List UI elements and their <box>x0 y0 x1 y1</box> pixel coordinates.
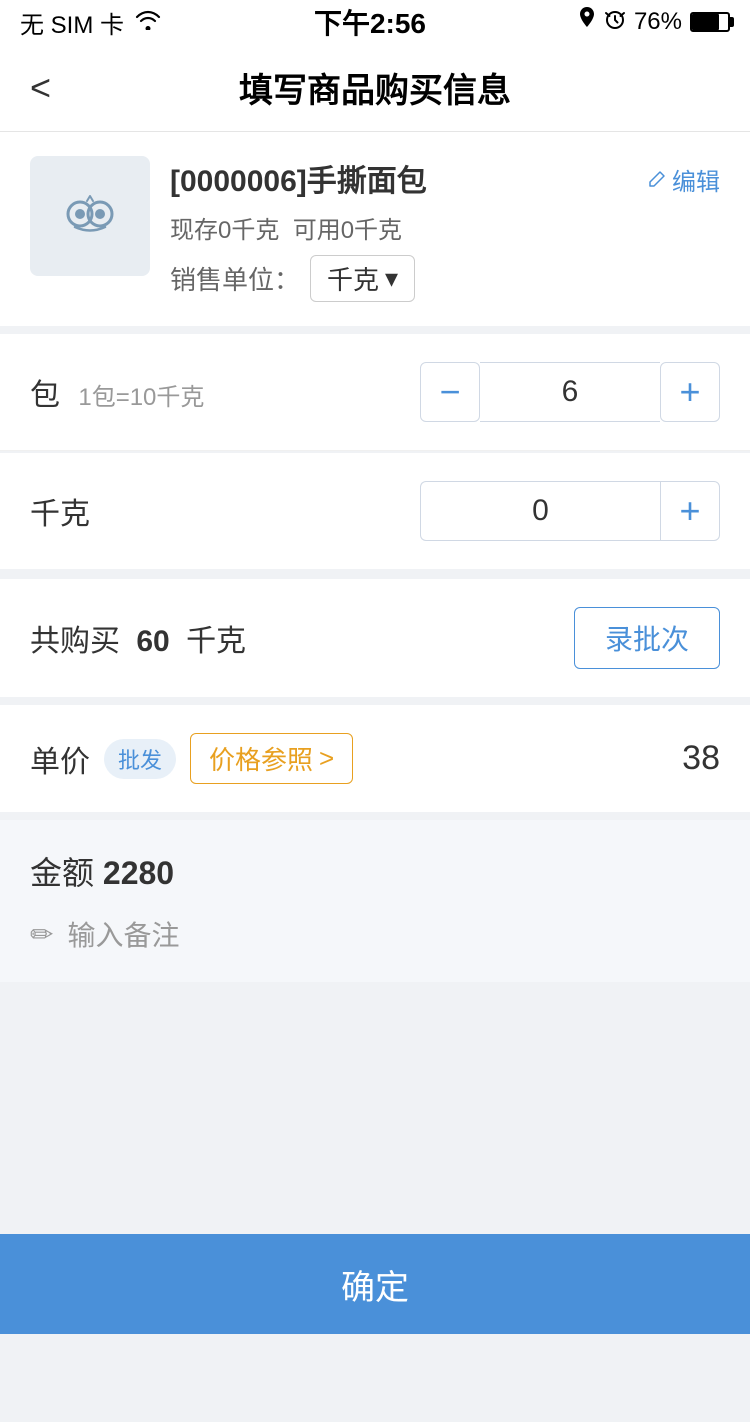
back-button[interactable]: < <box>30 67 51 109</box>
kg-quantity-row: 千克 + <box>0 453 750 569</box>
bag-minus-button[interactable]: − <box>420 362 480 422</box>
alarm-icon <box>604 8 626 37</box>
amount-section: 金额 2280 ✏ 输入备注 <box>0 820 750 982</box>
wifi-icon <box>134 8 162 37</box>
product-image <box>30 156 150 276</box>
note-row[interactable]: ✏ 输入备注 <box>30 914 720 954</box>
kg-quantity-section: 千克 + <box>0 453 750 569</box>
product-stock: 现存0千克 可用0千克 <box>170 210 720 245</box>
price-value: 38 <box>682 739 720 778</box>
price-reference-button[interactable]: 价格参照 > <box>190 733 353 784</box>
price-left: 单价 批发 价格参照 > <box>30 733 353 784</box>
chevron-down-icon: ▾ <box>385 263 398 294</box>
battery-percent: 76% <box>634 8 682 36</box>
status-bar: 无 SIM 卡 下午2:56 76% <box>0 0 750 44</box>
chevron-right-icon: > <box>319 743 334 774</box>
status-time: 下午2:56 <box>314 2 426 42</box>
confirm-button[interactable]: 确定 <box>0 1234 750 1334</box>
amount-value: 2280 <box>103 855 174 891</box>
battery-icon <box>690 12 730 32</box>
kg-quantity-input[interactable] <box>420 481 660 541</box>
bag-label: 包 1包=10千克 <box>30 370 420 414</box>
price-tag: 批发 <box>104 739 176 779</box>
kg-plus-button[interactable]: + <box>660 481 720 541</box>
product-section: [0000006]手撕面包 现存0千克 可用0千克 销售单位： 千克 ▾ 编辑 <box>0 132 750 334</box>
total-label: 共购买 60 千克 <box>30 616 246 660</box>
kg-label: 千克 <box>30 489 420 533</box>
bag-quantity-input[interactable] <box>480 362 660 422</box>
edit-button[interactable]: 编辑 <box>646 162 720 197</box>
total-value: 60 <box>136 625 169 658</box>
product-info: [0000006]手撕面包 现存0千克 可用0千克 销售单位： 千克 ▾ <box>170 156 720 302</box>
bag-hint: 1包=10千克 <box>78 384 204 411</box>
status-left: 无 SIM 卡 <box>20 5 162 40</box>
location-icon <box>578 7 596 38</box>
kg-quantity-controls: + <box>420 481 720 541</box>
unit-select[interactable]: 千克 ▾ <box>310 255 415 302</box>
page-title: 填写商品购买信息 <box>239 63 511 112</box>
carrier-text: 无 SIM 卡 <box>20 5 124 40</box>
product-unit: 销售单位： 千克 ▾ <box>170 255 720 302</box>
note-placeholder: 输入备注 <box>67 914 179 954</box>
price-section: 单价 批发 价格参照 > 38 <box>0 705 750 820</box>
status-right: 76% <box>578 7 730 38</box>
total-row: 共购买 60 千克 录批次 <box>0 571 750 705</box>
amount-row: 金额 2280 <box>30 848 720 894</box>
bag-quantity-row: 包 1包=10千克 − + <box>0 334 750 451</box>
product-name: [0000006]手撕面包 <box>170 156 720 200</box>
bag-quantity-section: 包 1包=10千克 − + <box>0 334 750 451</box>
bag-quantity-controls: − + <box>420 362 720 422</box>
bag-plus-button[interactable]: + <box>660 362 720 422</box>
nav-bar: < 填写商品购买信息 <box>0 44 750 132</box>
price-label: 单价 <box>30 737 90 781</box>
pencil-icon: ✏ <box>30 918 53 951</box>
batch-button[interactable]: 录批次 <box>574 607 720 669</box>
